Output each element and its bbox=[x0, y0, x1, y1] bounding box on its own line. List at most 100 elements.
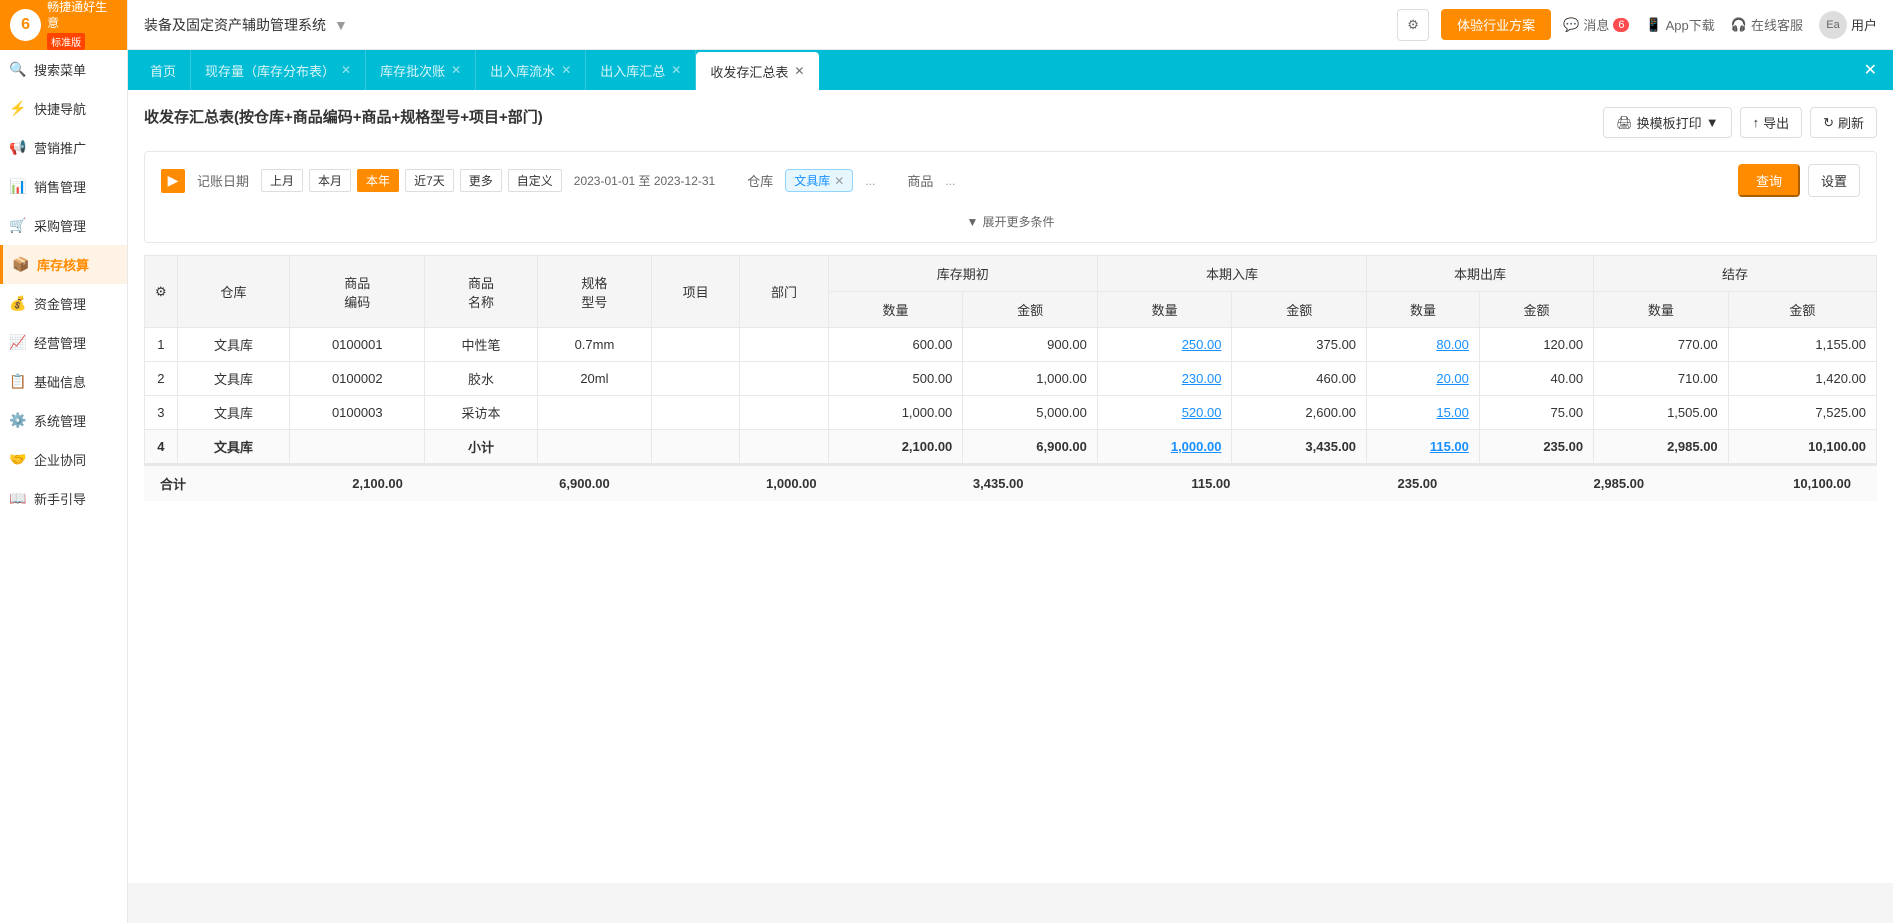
avatar: Ea bbox=[1819, 11, 1847, 39]
nav-label-10: 企业协同 bbox=[34, 450, 86, 469]
tab-1[interactable]: 现存量（库存分布表）✕ bbox=[191, 50, 366, 90]
footer-open-qty: 2,100.00 bbox=[206, 476, 413, 491]
bal-qty-header: 数量 bbox=[1594, 292, 1729, 328]
sidebar-item-1[interactable]: ⚡快捷导航 bbox=[0, 89, 127, 128]
system-dropdown-icon[interactable]: ▼ bbox=[334, 17, 348, 33]
sidebar-item-10[interactable]: 🤝 企业协同 bbox=[0, 440, 127, 479]
app-download-action[interactable]: 📱 App下载 bbox=[1645, 15, 1714, 34]
group-balance-header: 结存 bbox=[1594, 256, 1877, 292]
tab-bar: 首页现存量（库存分布表）✕库存批次账✕出入库流水✕出入库汇总✕ 收发存汇总表 ✕ ✕ bbox=[128, 50, 1893, 90]
sidebar-item-4[interactable]: 🛒采购管理 bbox=[0, 206, 127, 245]
tab-close-5[interactable]: ✕ bbox=[794, 64, 804, 78]
link-cell[interactable]: 80.00 bbox=[1436, 337, 1469, 352]
filter-settings-button[interactable]: 设置 bbox=[1808, 164, 1860, 197]
nav-icon-11: 📖 bbox=[10, 491, 26, 507]
link-cell[interactable]: 1,000.00 bbox=[1171, 439, 1222, 454]
table-row: 4文具库小计2,100.006,900.001,000.003,435.0011… bbox=[145, 430, 1877, 464]
expand-more-button[interactable]: ▼ 展开更多条件 bbox=[967, 213, 1055, 230]
footer-in-amt: 3,435.00 bbox=[827, 476, 1034, 491]
filter-date-label: 记账日期 bbox=[197, 171, 249, 190]
tab-bar-close-button[interactable]: ✕ bbox=[1856, 60, 1885, 80]
footer-summary: 合计 2,100.00 6,900.00 1,000.00 3,435.00 1… bbox=[144, 464, 1877, 501]
user-action[interactable]: Ea 用户 bbox=[1819, 11, 1877, 39]
warehouse-more[interactable]: ... bbox=[865, 174, 875, 188]
app-tag: 标准版 bbox=[47, 33, 85, 50]
top-header: 装备及固定资产辅助管理系统 ▼ ⚙ 体验行业方案 💬 消息 6 📱 App下载 … bbox=[128, 0, 1893, 50]
nav-label-2: 营销推广 bbox=[34, 138, 86, 157]
footer-out-amt: 235.00 bbox=[1240, 476, 1447, 491]
sidebar-item-3[interactable]: 📊销售管理 bbox=[0, 167, 127, 206]
tab-4[interactable]: 出入库汇总✕ bbox=[586, 50, 696, 90]
expand-icon: ▼ bbox=[967, 215, 979, 229]
print-template-button[interactable]: 🖨 换模板打印 ▼ bbox=[1603, 107, 1731, 138]
sidebar-item-8[interactable]: 📋基础信息 bbox=[0, 362, 127, 401]
col-settings-header[interactable]: ⚙ bbox=[145, 256, 178, 328]
link-cell[interactable]: 520.00 bbox=[1182, 405, 1222, 420]
sidebar-item-9[interactable]: ⚙️系统管理 bbox=[0, 401, 127, 440]
main-content: 收发存汇总表(按仓库+商品编码+商品+规格型号+项目+部门) 🖨 换模板打印 ▼… bbox=[128, 90, 1893, 923]
link-cell[interactable]: 250.00 bbox=[1182, 337, 1222, 352]
refresh-button[interactable]: ↻ 刷新 bbox=[1810, 107, 1877, 138]
sidebar-item-5[interactable]: 📦库存核算 bbox=[0, 245, 127, 284]
sidebar-item-6[interactable]: 💰资金管理 bbox=[0, 284, 127, 323]
sidebar-item-0[interactable]: 🔍搜索菜单 bbox=[0, 50, 127, 89]
in-qty-header: 数量 bbox=[1097, 292, 1232, 328]
tab-close-2[interactable]: ✕ bbox=[451, 63, 461, 77]
logo-icon: 6 bbox=[10, 9, 41, 41]
message-action[interactable]: 💬 消息 6 bbox=[1563, 15, 1629, 34]
last7-button[interactable]: 近7天 bbox=[405, 169, 454, 192]
phone-icon: 📱 bbox=[1645, 17, 1661, 33]
nav-label-5: 库存核算 bbox=[37, 255, 89, 274]
tab-close-4[interactable]: ✕ bbox=[671, 63, 681, 77]
data-table: ⚙ 仓库 商品编码 商品名称 规格型号 项目 部门 库存期初 本期入库 本期出库… bbox=[144, 255, 1877, 464]
experience-button[interactable]: 体验行业方案 bbox=[1441, 9, 1551, 40]
page-container: 收发存汇总表(按仓库+商品编码+商品+规格型号+项目+部门) 🖨 换模板打印 ▼… bbox=[128, 90, 1893, 883]
link-cell[interactable]: 15.00 bbox=[1436, 405, 1469, 420]
date-range-display: 2023-01-01 至 2023-12-31 bbox=[574, 172, 715, 189]
warehouse-filter-label: 仓库 bbox=[747, 171, 773, 190]
sidebar-item-7[interactable]: 📈经营管理 bbox=[0, 323, 127, 362]
last-month-button[interactable]: 上月 bbox=[261, 169, 303, 192]
export-button[interactable]: ↑ 导出 bbox=[1740, 107, 1803, 138]
tab-5[interactable]: 收发存汇总表 ✕ bbox=[696, 52, 819, 90]
table-row: 3文具库0100003采访本1,000.005,000.00520.002,60… bbox=[145, 396, 1877, 430]
nav-icon-10: 🤝 bbox=[10, 452, 26, 468]
header-actions: 💬 消息 6 📱 App下载 🎧 在线客服 Ea 用户 bbox=[1563, 11, 1877, 39]
this-month-button[interactable]: 本月 bbox=[309, 169, 351, 192]
tab-label-0: 首页 bbox=[150, 61, 176, 80]
print-icon: 🖨 bbox=[1616, 115, 1633, 131]
nav-label-0: 搜索菜单 bbox=[34, 60, 86, 79]
sidebar-logo: 6 畅捷通好生意 标准版 bbox=[0, 0, 127, 50]
query-button[interactable]: 查询 bbox=[1738, 164, 1800, 197]
nav-icon-3: 📊 bbox=[10, 179, 26, 195]
warehouse-tag-close[interactable]: ✕ bbox=[834, 174, 844, 188]
tab-close-1[interactable]: ✕ bbox=[341, 63, 351, 77]
this-year-button[interactable]: 本年 bbox=[357, 169, 399, 192]
tab-close-3[interactable]: ✕ bbox=[561, 63, 571, 77]
goods-filter-label: 商品 bbox=[907, 171, 933, 190]
out-amt-header: 金额 bbox=[1479, 292, 1593, 328]
link-cell[interactable]: 230.00 bbox=[1182, 371, 1222, 386]
custom-date-button[interactable]: 自定义 bbox=[508, 169, 562, 192]
sidebar-item-11[interactable]: 📖新手引导 bbox=[0, 479, 127, 518]
nav-icon-7: 📈 bbox=[10, 335, 26, 351]
tab-3[interactable]: 出入库流水✕ bbox=[476, 50, 586, 90]
sidebar: 6 畅捷通好生意 标准版 🔍搜索菜单⚡快捷导航 📢 营销推广 📊销售管理🛒采购管理📦库… bbox=[0, 0, 128, 923]
link-cell[interactable]: 20.00 bbox=[1436, 371, 1469, 386]
footer-bal-amt: 10,100.00 bbox=[1654, 476, 1861, 491]
opening-amt-header: 金额 bbox=[963, 292, 1098, 328]
nav-icon-2: 📢 bbox=[10, 140, 26, 156]
sidebar-item-2[interactable]: 📢 营销推广 bbox=[0, 128, 127, 167]
tab-0[interactable]: 首页 bbox=[136, 50, 191, 90]
tab-label-5: 收发存汇总表 bbox=[710, 62, 788, 81]
online-service-action[interactable]: 🎧 在线客服 bbox=[1731, 15, 1803, 34]
goods-more[interactable]: ... bbox=[945, 174, 955, 188]
more-date-button[interactable]: 更多 bbox=[460, 169, 502, 192]
footer-out-qty: 115.00 bbox=[1034, 476, 1241, 491]
link-cell[interactable]: 115.00 bbox=[1430, 439, 1469, 454]
tab-2[interactable]: 库存批次账✕ bbox=[366, 50, 476, 90]
gear-button[interactable]: ⚙ bbox=[1397, 9, 1429, 41]
filter-collapse-button[interactable]: ▶ bbox=[161, 169, 185, 193]
table-row: 2文具库0100002胶水20ml500.001,000.00230.00460… bbox=[145, 362, 1877, 396]
refresh-icon: ↻ bbox=[1823, 115, 1834, 131]
